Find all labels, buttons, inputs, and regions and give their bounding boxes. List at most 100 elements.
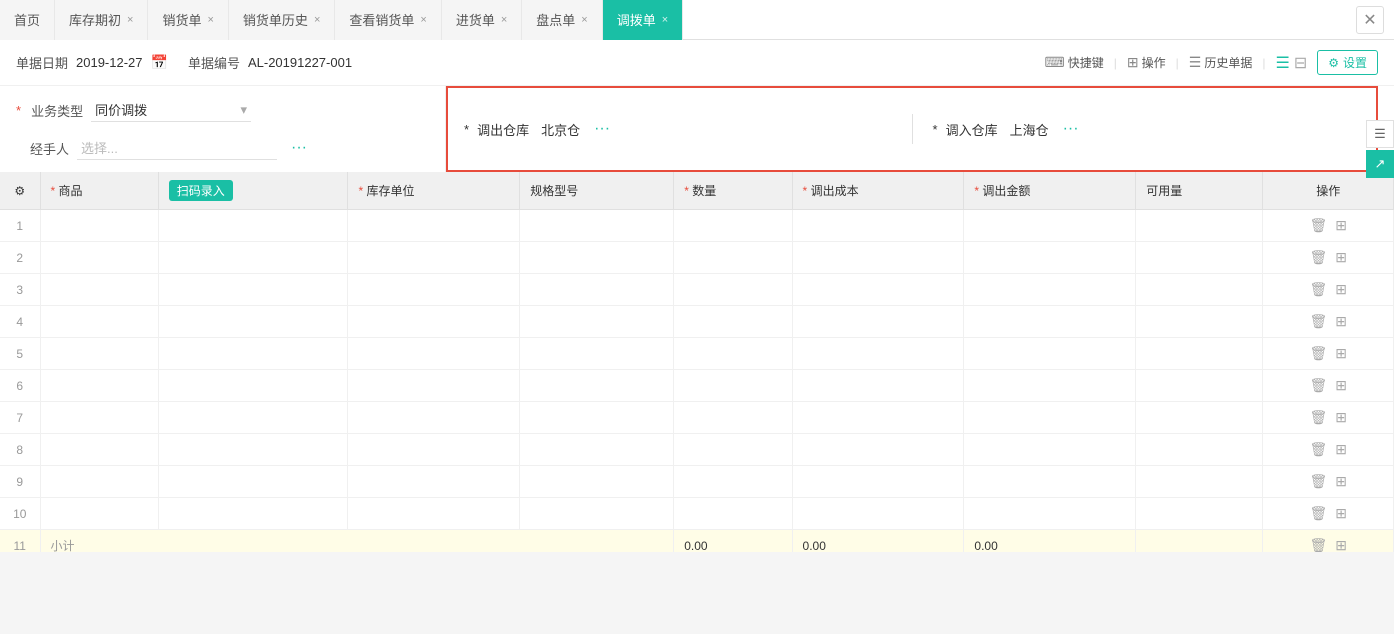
layout-icon-list[interactable]: ☰ — [1275, 53, 1289, 73]
copy-icon[interactable]: ⊞ — [1335, 505, 1347, 522]
cell-amount[interactable] — [964, 498, 1136, 530]
delete-icon[interactable]: 🗑 — [1309, 441, 1327, 458]
cell-spec[interactable] — [520, 242, 674, 274]
delete-icon[interactable]: 🗑 — [1309, 217, 1327, 234]
tab-transfer[interactable]: 调拨单 × — [603, 0, 683, 40]
transfer-in-more-btn[interactable]: ··· — [1063, 120, 1079, 138]
copy-icon[interactable]: ⊞ — [1335, 281, 1347, 298]
cell-product[interactable] — [40, 306, 158, 338]
cell-spec[interactable] — [520, 210, 674, 242]
cell-qty[interactable] — [674, 466, 792, 498]
tab-stocktake[interactable]: 盘点单 × — [522, 0, 602, 40]
side-panel-expand-btn[interactable]: ↗ — [1366, 150, 1394, 178]
window-close-button[interactable]: ✕ — [1356, 6, 1384, 34]
cell-spec[interactable] — [520, 338, 674, 370]
cell-product[interactable] — [40, 498, 158, 530]
cell-unit[interactable] — [348, 210, 520, 242]
cell-qty[interactable] — [674, 498, 792, 530]
scroll-area[interactable]: ⚙ * 商品 扫码录入 * 库存单位 — [0, 172, 1394, 552]
setting-button[interactable]: ⚙ 设置 — [1317, 50, 1378, 75]
cell-product[interactable] — [40, 434, 158, 466]
cell-spec[interactable] — [520, 274, 674, 306]
shortcut-action[interactable]: ⌨ 快捷键 — [1045, 54, 1104, 71]
cell-unit[interactable] — [348, 370, 520, 402]
cell-amount[interactable] — [964, 306, 1136, 338]
transfer-out-more-btn[interactable]: ··· — [594, 120, 610, 138]
copy-icon[interactable]: ⊞ — [1335, 345, 1347, 362]
cell-cost[interactable] — [792, 434, 964, 466]
tab-close-transfer[interactable]: × — [662, 14, 668, 26]
cell-spec[interactable] — [520, 402, 674, 434]
cell-product[interactable] — [40, 370, 158, 402]
cell-unit[interactable] — [348, 338, 520, 370]
cell-product[interactable] — [40, 338, 158, 370]
cell-qty[interactable] — [674, 242, 792, 274]
cell-product[interactable] — [40, 274, 158, 306]
tab-close-view-sales[interactable]: × — [420, 14, 426, 26]
cell-qty[interactable] — [674, 434, 792, 466]
cell-cost[interactable] — [792, 498, 964, 530]
cell-unit[interactable] — [348, 242, 520, 274]
tab-sales-history[interactable]: 销货单历史 × — [229, 0, 335, 40]
cell-unit[interactable] — [348, 274, 520, 306]
copy-icon[interactable]: ⊞ — [1335, 377, 1347, 394]
delete-icon[interactable]: 🗑 — [1309, 281, 1327, 298]
layout-icon-grid[interactable]: ⊟ — [1294, 53, 1307, 73]
cell-spec[interactable] — [520, 306, 674, 338]
cell-cost[interactable] — [792, 402, 964, 434]
tab-close-sales[interactable]: × — [207, 14, 213, 26]
side-panel-doc-btn[interactable]: ☰ — [1366, 120, 1394, 148]
cell-amount[interactable] — [964, 402, 1136, 434]
cell-cost[interactable] — [792, 306, 964, 338]
tab-close-purchase[interactable]: × — [501, 14, 507, 26]
cell-qty[interactable] — [674, 210, 792, 242]
tab-view-sales[interactable]: 查看销货单 × — [335, 0, 441, 40]
cell-spec[interactable] — [520, 466, 674, 498]
cell-qty[interactable] — [674, 274, 792, 306]
ops-action[interactable]: ⊞ 操作 — [1127, 54, 1166, 71]
copy-icon[interactable]: ⊞ — [1335, 441, 1347, 458]
delete-icon[interactable]: 🗑 — [1309, 377, 1327, 394]
tab-close-stocktake[interactable]: × — [581, 14, 587, 26]
biz-type-select[interactable]: 同价调拨 ▾ — [91, 98, 251, 122]
copy-icon[interactable]: ⊞ — [1335, 313, 1347, 330]
cell-cost[interactable] — [792, 274, 964, 306]
tab-close-sales-history[interactable]: × — [314, 14, 320, 26]
cell-product[interactable] — [40, 466, 158, 498]
cell-unit[interactable] — [348, 466, 520, 498]
cell-unit[interactable] — [348, 402, 520, 434]
cell-amount[interactable] — [964, 338, 1136, 370]
delete-icon[interactable]: 🗑 — [1309, 505, 1327, 522]
history-action[interactable]: ☰ 历史单据 — [1189, 54, 1253, 71]
cell-qty[interactable] — [674, 402, 792, 434]
copy-icon[interactable]: ⊞ — [1335, 217, 1347, 234]
cell-product[interactable] — [40, 242, 158, 274]
cell-amount[interactable] — [964, 274, 1136, 306]
tab-home[interactable]: 首页 — [0, 0, 55, 40]
delete-icon[interactable]: 🗑 — [1309, 537, 1327, 552]
cell-unit[interactable] — [348, 306, 520, 338]
cell-cost[interactable] — [792, 466, 964, 498]
delete-icon[interactable]: 🗑 — [1309, 249, 1327, 266]
cell-unit[interactable] — [348, 434, 520, 466]
calendar-icon[interactable]: 📅 — [151, 54, 168, 71]
copy-icon[interactable]: ⊞ — [1335, 473, 1347, 490]
delete-icon[interactable]: 🗑 — [1309, 473, 1327, 490]
cell-amount[interactable] — [964, 434, 1136, 466]
copy-icon[interactable]: ⊞ — [1335, 249, 1347, 266]
cell-qty[interactable] — [674, 338, 792, 370]
col-gear[interactable]: ⚙ — [0, 172, 40, 210]
tab-purchase[interactable]: 进货单 × — [442, 0, 522, 40]
cell-spec[interactable] — [520, 370, 674, 402]
tab-close-inventory-init[interactable]: × — [127, 14, 133, 26]
cell-qty[interactable] — [674, 370, 792, 402]
tab-sales[interactable]: 销货单 × — [148, 0, 228, 40]
cell-product[interactable] — [40, 210, 158, 242]
cell-cost[interactable] — [792, 370, 964, 402]
delete-icon[interactable]: 🗑 — [1309, 313, 1327, 330]
gear-icon[interactable]: ⚙ — [14, 184, 25, 198]
delete-icon[interactable]: 🗑 — [1309, 345, 1327, 362]
cell-cost[interactable] — [792, 210, 964, 242]
delete-icon[interactable]: 🗑 — [1309, 409, 1327, 426]
cell-unit[interactable] — [348, 498, 520, 530]
